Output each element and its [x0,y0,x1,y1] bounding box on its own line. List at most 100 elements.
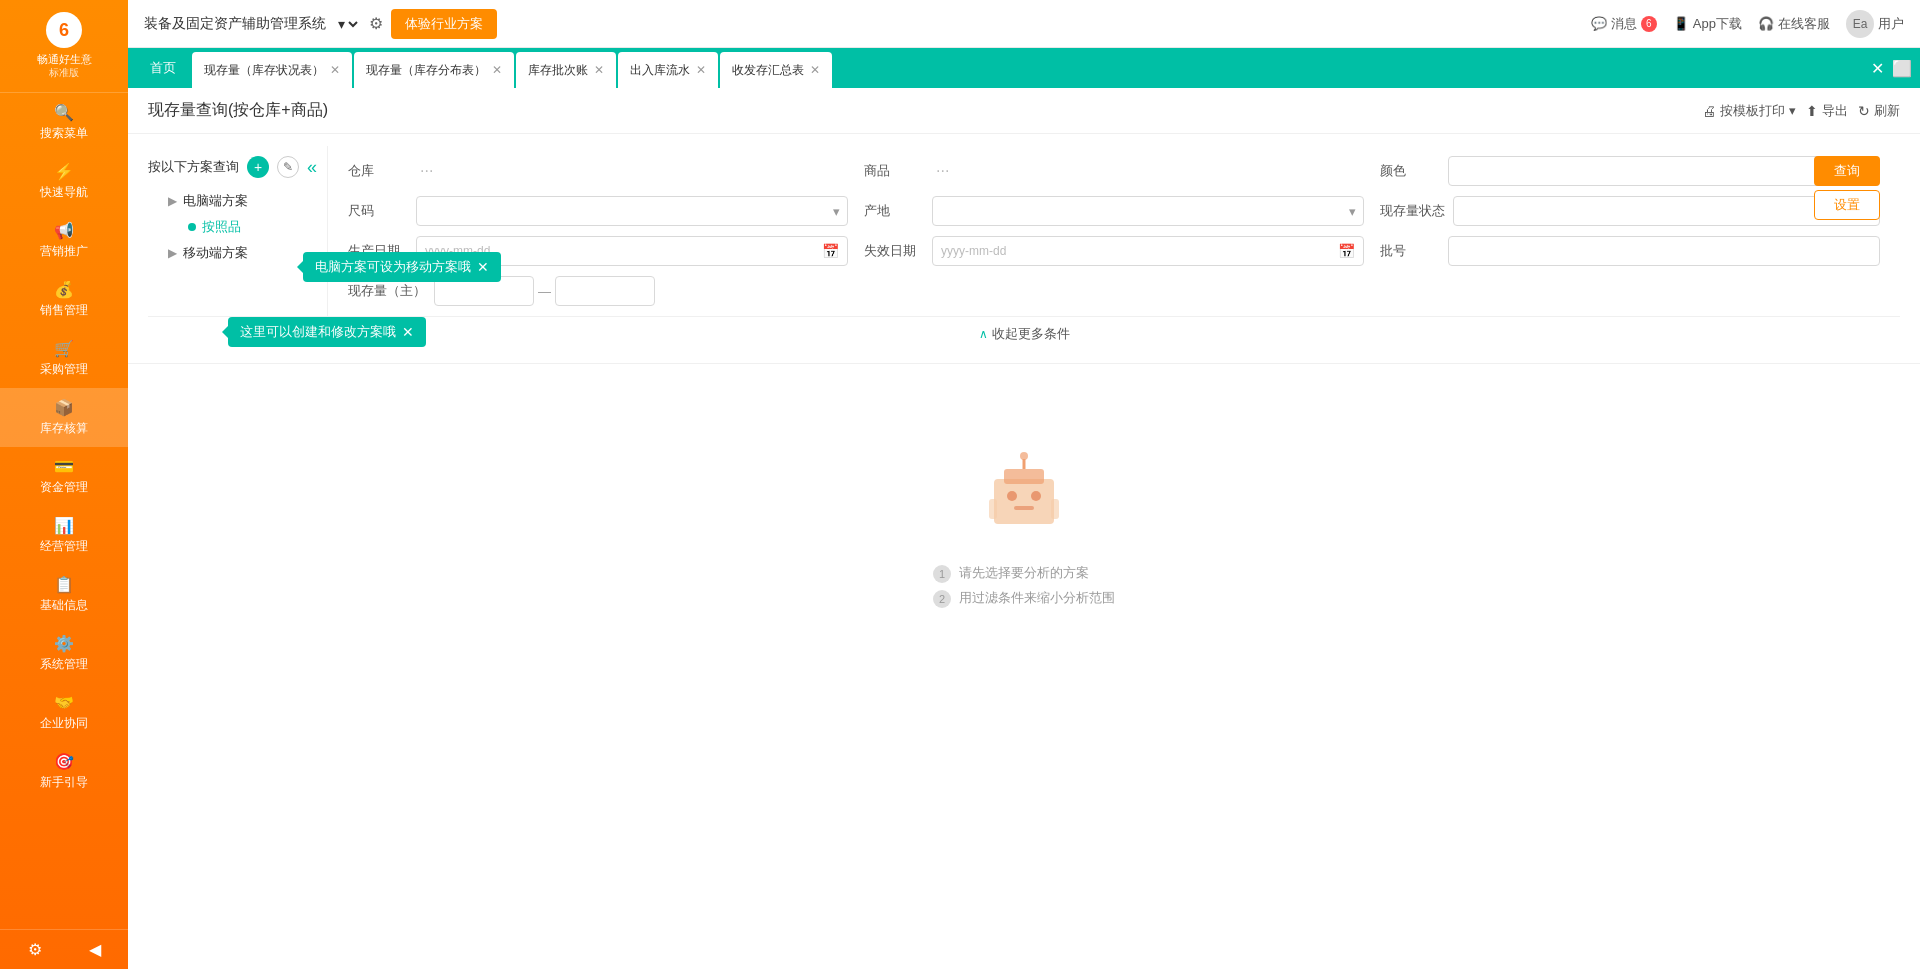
tab-label: 收发存汇总表 [732,62,804,79]
tab-inout-flow[interactable]: 出入库流水 ✕ [618,52,718,88]
expire-date-placeholder: yyyy-mm-dd [941,244,1006,258]
sidebar-item-label: 资金管理 [40,479,88,496]
empty-steps: 1 请先选择要分析的方案 2 用过滤条件来缩小分析范围 [933,564,1115,614]
sidebar-item-guide[interactable]: 🎯 新手引导 [0,742,128,801]
trial-button[interactable]: 体验行业方案 [391,9,497,39]
sidebar-item-marketing[interactable]: 📢 营销推广 [0,211,128,270]
filter-field-status: 现存量状态 [1380,196,1880,226]
warehouse-label: 仓库 [348,162,408,180]
online-support-label: 在线客服 [1778,15,1830,33]
filter-section: 按以下方案查询 + ✎ « 电脑方案可设为移动方案哦 ✕ 这里可以创建和修改方案… [128,134,1920,364]
filter-field-size: 尺码 [348,196,848,226]
sidebar-item-label: 新手引导 [40,774,88,791]
svg-rect-4 [1014,506,1034,510]
filter-field-origin: 产地 [864,196,1364,226]
warehouse-dots[interactable]: ··· [420,162,433,180]
sidebar-item-enterprise[interactable]: 🤝 企业协同 [0,683,128,742]
tooltip-edit-text: 这里可以创建和修改方案哦 [240,323,396,341]
sidebar-collapse-button[interactable]: ◀ [89,940,101,959]
sidebar-item-search[interactable]: 🔍 搜索菜单 [0,93,128,152]
expire-date-input[interactable]: yyyy-mm-dd 📅 [932,236,1364,266]
collapse-icon: ∧ [979,327,988,341]
batch-input[interactable] [1448,236,1880,266]
search-button[interactable]: 查询 [1814,156,1880,186]
global-settings-button[interactable]: ⚙ [28,940,42,959]
tab-recv-summary[interactable]: 收发存汇总表 ✕ [720,52,832,88]
basic-icon: 📋 [54,575,74,594]
filter-edit-button[interactable]: ✎ [277,156,299,178]
expand-icon: ▶ [168,194,177,208]
tab-inventory-dist[interactable]: 现存量（库存分布表） ✕ [354,52,514,88]
logo-text: 畅通好生意 [37,52,92,66]
sidebar-item-label: 企业协同 [40,715,88,732]
goods-dots[interactable]: ··· [936,162,949,180]
size-select-wrap [416,196,848,226]
print-button[interactable]: 🖨 按模板打印 ▾ [1702,102,1796,120]
chevron-down-icon: ▾ [1789,103,1796,118]
filter-field-expire-date: 失效日期 yyyy-mm-dd 📅 [864,236,1364,266]
refresh-button[interactable]: ↻ 刷新 [1858,102,1900,120]
sidebar-item-basic[interactable]: 📋 基础信息 [0,565,128,624]
svg-rect-1 [1004,469,1044,484]
logo-badge: 标准版 [49,66,79,80]
qty-max-input[interactable] [555,276,655,306]
purchase-icon: 🛒 [54,339,74,358]
right-panel: 仓库 ··· 商品 ··· 颜色 [328,146,1900,316]
phone-icon: 📱 [1673,16,1689,31]
quick-nav-icon: ⚡ [54,162,74,181]
online-support-button[interactable]: 🎧 在线客服 [1758,15,1830,33]
sidebar-item-inventory[interactable]: 📦 库存核算 [0,388,128,447]
sidebar-item-operations[interactable]: 📊 经营管理 [0,506,128,565]
app-download-label: App下载 [1693,15,1742,33]
filter-header: 按以下方案查询 + ✎ « [148,156,327,178]
sidebar-item-label: 采购管理 [40,361,88,378]
size-select[interactable] [416,196,848,226]
tab-inventory-status[interactable]: 现存量（库存状况表） ✕ [192,52,352,88]
svg-rect-0 [994,479,1054,524]
tooltip-scheme-close[interactable]: ✕ [477,259,489,275]
filter-add-button[interactable]: + [247,156,269,178]
tab-close-icon[interactable]: ✕ [696,63,706,77]
tooltip-edit-close[interactable]: ✕ [402,324,414,340]
search-icon: 🔍 [54,103,74,122]
filter-label: 按以下方案查询 [148,158,239,176]
tab-close-icon[interactable]: ✕ [492,63,502,77]
scheme-node-child[interactable]: 按照品 [188,214,327,240]
svg-point-3 [1031,491,1041,501]
expire-date-label: 失效日期 [864,242,924,260]
user-area[interactable]: Ea 用户 [1846,10,1904,38]
sidebar-item-finance[interactable]: 💳 资金管理 [0,447,128,506]
tab-close-all-button[interactable]: ✕ [1871,59,1884,78]
origin-select[interactable] [932,196,1364,226]
tab-close-icon[interactable]: ✕ [810,63,820,77]
user-avatar: Ea [1846,10,1874,38]
message-button[interactable]: 💬 消息 6 [1591,15,1657,33]
reset-button[interactable]: 设置 [1814,190,1880,220]
tab-home[interactable]: 首页 [136,48,190,88]
export-button[interactable]: ⬆ 导出 [1806,102,1848,120]
tab-inventory-batch[interactable]: 库存批次账 ✕ [516,52,616,88]
header-settings-icon[interactable]: ⚙ [369,14,383,33]
system-title-select[interactable]: ▾ [334,15,361,33]
tab-maximize-button[interactable]: ⬜ [1892,59,1912,78]
filter-back-button[interactable]: « [307,157,317,178]
scheme-child-label: 按照品 [202,218,241,236]
tab-close-icon[interactable]: ✕ [594,63,604,77]
system-title: 装备及固定资产辅助管理系统 [144,15,326,33]
sidebar-item-system[interactable]: ⚙️ 系统管理 [0,624,128,683]
tab-close-icon[interactable]: ✕ [330,63,340,77]
sidebar-nav: 🔍 搜索菜单 ⚡ 快速导航 📢 营销推广 💰 销售管理 🛒 采购管理 📦 库存核… [0,93,128,929]
app-download-button[interactable]: 📱 App下载 [1673,15,1742,33]
logo-area: 6 畅通好生意 标准版 [0,0,128,93]
sidebar-item-label: 库存核算 [40,420,88,437]
finance-icon: 💳 [54,457,74,476]
sidebar-item-quick-nav[interactable]: ⚡ 快速导航 [0,152,128,211]
range-dash: — [538,284,551,299]
scheme-node-desktop[interactable]: ▶ 电脑端方案 [168,188,327,214]
headset-icon: 🎧 [1758,16,1774,31]
sidebar-item-label: 销售管理 [40,302,88,319]
sidebar-item-purchase[interactable]: 🛒 采购管理 [0,329,128,388]
sidebar-item-sales[interactable]: 💰 销售管理 [0,270,128,329]
main-area: 装备及固定资产辅助管理系统 ▾ ⚙ 体验行业方案 💬 消息 6 📱 App下载 … [128,0,1920,969]
page-title: 现存量查询(按仓库+商品) [148,100,328,121]
